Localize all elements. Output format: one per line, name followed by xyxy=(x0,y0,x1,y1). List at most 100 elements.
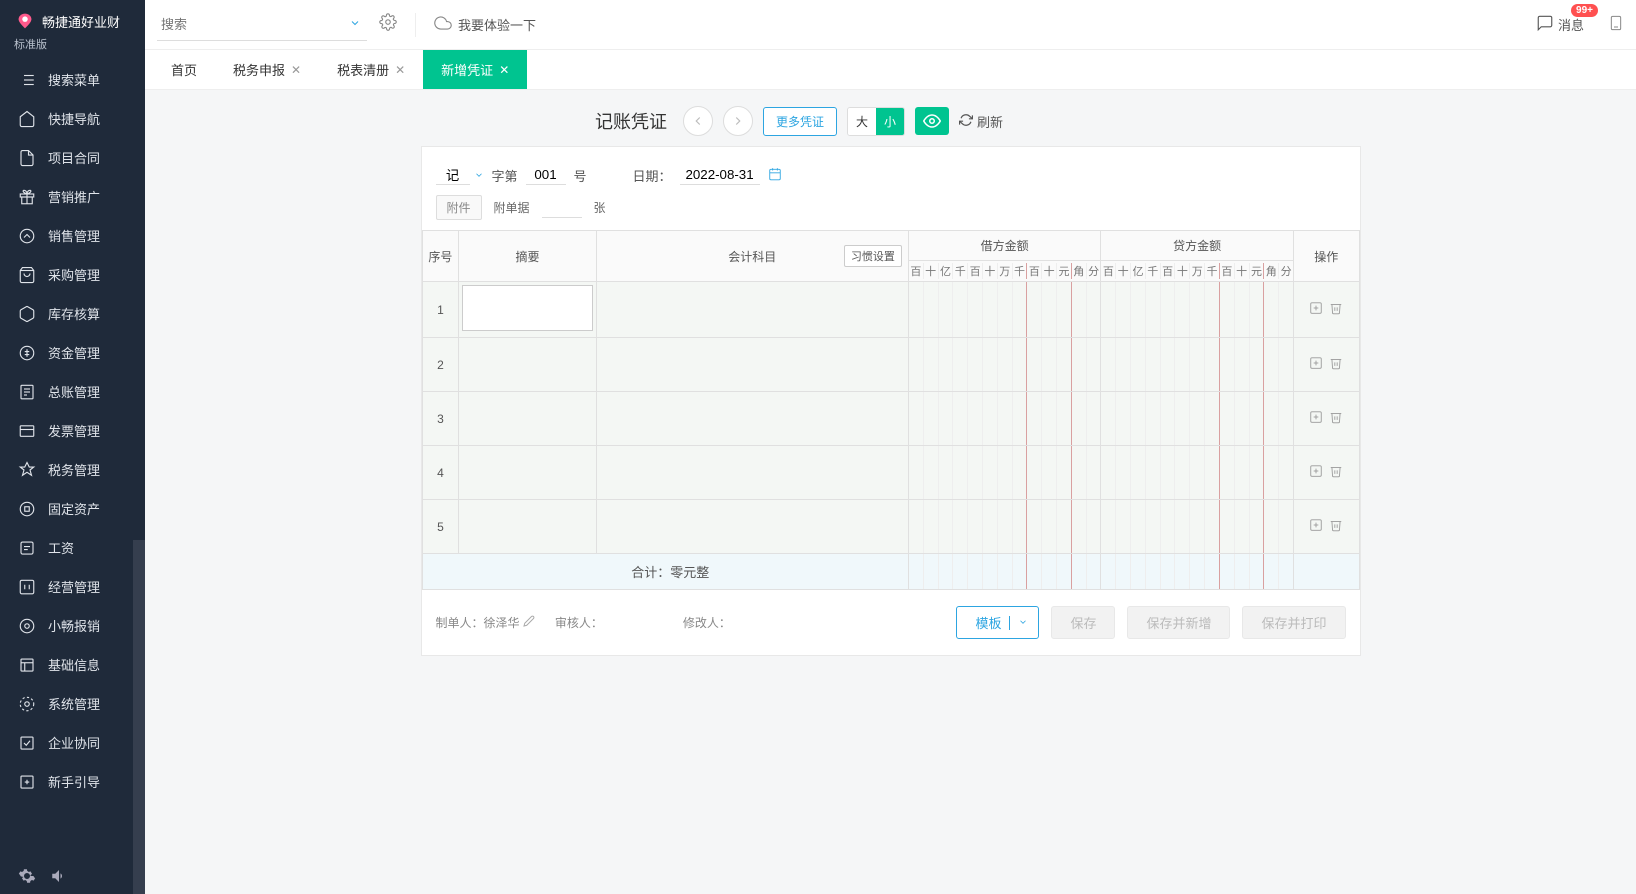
sidebar-item-3[interactable]: 营销推广 xyxy=(0,177,145,216)
attach-count-input[interactable] xyxy=(542,198,582,218)
brand: 畅捷通好业财 xyxy=(0,0,145,36)
sidebar-item-16[interactable]: 系统管理 xyxy=(0,684,145,723)
size-large-button[interactable]: 大 xyxy=(848,108,876,135)
cell-debit[interactable] xyxy=(908,500,1101,554)
volume-icon[interactable] xyxy=(50,867,68,888)
cell-credit[interactable] xyxy=(1101,446,1294,500)
edit-creator-icon[interactable] xyxy=(523,616,535,630)
experience-button[interactable]: 我要体验一下 xyxy=(434,14,536,35)
sidebar-item-11[interactable]: 固定资产 xyxy=(0,489,145,528)
settings-gear-icon[interactable] xyxy=(18,867,36,888)
sidebar-item-12[interactable]: 工资 xyxy=(0,528,145,567)
habit-settings-button[interactable]: 习惯设置 xyxy=(844,245,902,267)
cell-debit[interactable] xyxy=(908,338,1101,392)
add-row-icon[interactable] xyxy=(1309,410,1323,427)
cell-subject[interactable] xyxy=(596,282,908,338)
cell-subject[interactable] xyxy=(596,446,908,500)
sidebar-item-10[interactable]: 税务管理 xyxy=(0,450,145,489)
cell-debit[interactable] xyxy=(908,392,1101,446)
search-caret-icon[interactable] xyxy=(349,17,361,32)
template-label: 模板 xyxy=(975,613,1001,632)
sidebar-item-13[interactable]: 经营管理 xyxy=(0,567,145,606)
sidebar-item-15[interactable]: 基础信息 xyxy=(0,645,145,684)
cell-subject[interactable] xyxy=(596,392,908,446)
cell-credit[interactable] xyxy=(1101,282,1294,338)
cell-summary[interactable] xyxy=(459,282,596,338)
calendar-icon[interactable] xyxy=(768,167,782,184)
save-and-new-button[interactable]: 保存并新增 xyxy=(1127,606,1230,639)
cell-credit[interactable] xyxy=(1101,338,1294,392)
size-small-button[interactable]: 小 xyxy=(876,108,904,135)
add-row-icon[interactable] xyxy=(1309,356,1323,373)
more-voucher-button[interactable]: 更多凭证 xyxy=(763,107,837,136)
voucher-head: 字第 号 日期： xyxy=(422,159,1360,191)
voucher-type-input[interactable] xyxy=(436,165,470,185)
cell-debit[interactable] xyxy=(908,282,1101,338)
attach-row: 附件 附单据 张 xyxy=(422,191,1360,230)
sidebar-item-17[interactable]: 企业协同 xyxy=(0,723,145,762)
refresh-button[interactable]: 刷新 xyxy=(959,112,1003,131)
close-icon[interactable]: ✕ xyxy=(291,63,301,77)
main: 我要体验一下 消息 99+ 首页税务申报✕税表清册✕新增凭证✕ 记账凭证 xyxy=(145,0,1636,894)
voucher-type-field[interactable] xyxy=(436,165,484,185)
sidebar-scrollbar[interactable] xyxy=(133,50,145,894)
delete-row-icon[interactable] xyxy=(1329,518,1343,535)
delete-row-icon[interactable] xyxy=(1329,301,1343,318)
attachment-button[interactable]: 附件 xyxy=(436,195,482,220)
cell-credit[interactable] xyxy=(1101,500,1294,554)
sidebar-item-1[interactable]: 快捷导航 xyxy=(0,99,145,138)
template-button[interactable]: 模板 xyxy=(956,606,1039,639)
sidebar-item-4[interactable]: 销售管理 xyxy=(0,216,145,255)
cell-seq: 2 xyxy=(422,338,459,392)
cell-debit[interactable] xyxy=(908,446,1101,500)
close-icon[interactable]: ✕ xyxy=(499,63,509,77)
topbar-gear-icon[interactable] xyxy=(379,13,397,36)
delete-row-icon[interactable] xyxy=(1329,464,1343,481)
next-button[interactable] xyxy=(723,106,753,136)
cell-credit[interactable] xyxy=(1101,392,1294,446)
message-button[interactable]: 消息 99+ xyxy=(1536,14,1584,35)
tab-2[interactable]: 税表清册✕ xyxy=(319,50,423,89)
preview-button[interactable] xyxy=(915,107,949,135)
topbar: 我要体验一下 消息 99+ xyxy=(145,0,1636,50)
tab-0[interactable]: 首页 xyxy=(153,50,215,89)
cell-subject[interactable] xyxy=(596,500,908,554)
th-ops: 操作 xyxy=(1293,231,1359,282)
cell-subject[interactable] xyxy=(596,338,908,392)
asset-icon xyxy=(18,500,36,518)
cell-summary[interactable] xyxy=(459,446,596,500)
home-icon xyxy=(18,110,36,128)
save-and-print-button[interactable]: 保存并打印 xyxy=(1242,606,1345,639)
info-icon xyxy=(18,656,36,674)
save-button[interactable]: 保存 xyxy=(1051,606,1115,639)
voucher-number-input[interactable] xyxy=(526,165,566,185)
delete-row-icon[interactable] xyxy=(1329,356,1343,373)
add-row-icon[interactable] xyxy=(1309,518,1323,535)
tab-1[interactable]: 税务申报✕ xyxy=(215,50,319,89)
sidebar-item-2[interactable]: 项目合同 xyxy=(0,138,145,177)
sidebar-item-0[interactable]: 搜索菜单 xyxy=(0,60,145,99)
th-credit: 贷方金额 xyxy=(1101,231,1294,261)
summary-input[interactable] xyxy=(462,285,592,331)
delete-row-icon[interactable] xyxy=(1329,410,1343,427)
cell-summary[interactable] xyxy=(459,392,596,446)
search-input[interactable] xyxy=(157,9,367,41)
tab-3[interactable]: 新增凭证✕ xyxy=(423,50,527,89)
sidebar-item-5[interactable]: 采购管理 xyxy=(0,255,145,294)
add-row-icon[interactable] xyxy=(1309,464,1323,481)
sidebar-item-18[interactable]: 新手引导 xyxy=(0,762,145,801)
sidebar-item-7[interactable]: 资金管理 xyxy=(0,333,145,372)
sidebar-item-14[interactable]: 小畅报销 xyxy=(0,606,145,645)
voucher-date-input[interactable] xyxy=(680,165,760,185)
cell-summary[interactable] xyxy=(459,338,596,392)
sidebar-item-9[interactable]: 发票管理 xyxy=(0,411,145,450)
device-icon[interactable] xyxy=(1608,13,1624,36)
prev-button[interactable] xyxy=(683,106,713,136)
chevron-down-icon[interactable] xyxy=(474,168,484,183)
cell-summary[interactable] xyxy=(459,500,596,554)
close-icon[interactable]: ✕ xyxy=(395,63,405,77)
sidebar-item-6[interactable]: 库存核算 xyxy=(0,294,145,333)
sidebar-item-label: 税务管理 xyxy=(48,460,100,479)
sidebar-item-8[interactable]: 总账管理 xyxy=(0,372,145,411)
add-row-icon[interactable] xyxy=(1309,301,1323,318)
